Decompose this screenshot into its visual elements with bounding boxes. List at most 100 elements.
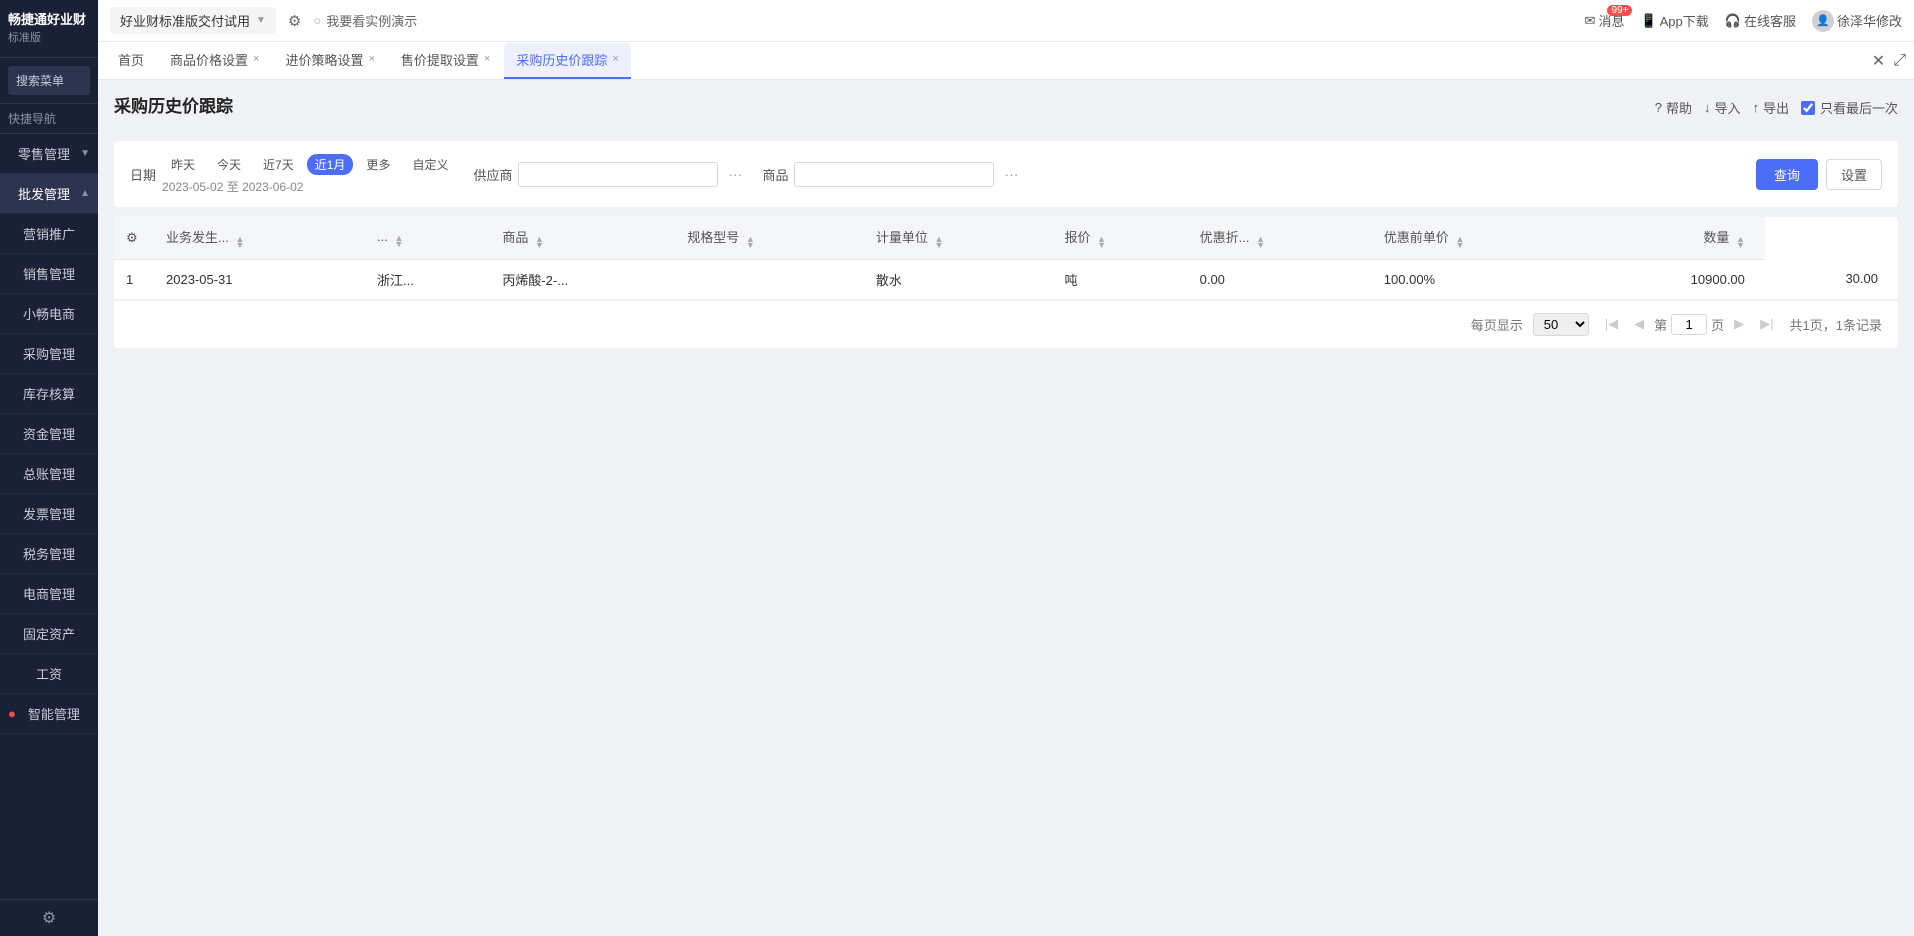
sort-icon: ▲▼ [1097,236,1106,249]
date-yesterday[interactable]: 昨天 [162,153,204,176]
topbar-settings-icon[interactable]: ⚙ [288,12,301,30]
date-picker-group: 昨天 今天 近7天 近1月 更多 自定义 2023-05-02 至 2023-0… [162,153,457,195]
cell-quote: 0.00 [1188,259,1372,299]
cell-discount: 100.00% [1372,259,1587,299]
user-button[interactable]: 👤 徐泽华修改 [1812,10,1902,32]
only-last-checkbox[interactable] [1801,101,1815,115]
goods-expand-icon[interactable]: ··· [1000,166,1022,182]
import-button[interactable]: ↓ 导入 [1704,98,1741,117]
sidebar-quicknav[interactable]: 快捷导航 [0,104,98,134]
tab-price-label: 商品价格设置 [170,50,248,69]
headphone-icon: 🎧 [1725,13,1741,29]
tab-sale-extract[interactable]: 售价提取设置 × [389,43,502,79]
th-col3[interactable]: ... ▲▼ [365,217,490,259]
cell-quantity: 30.00 [1765,259,1898,299]
query-button[interactable]: 查询 [1756,159,1818,190]
sidebar-item-ledger[interactable]: 总账管理 [0,454,98,494]
supplier-input[interactable] [518,162,718,187]
sidebar-search-area[interactable]: 搜索菜单 [0,58,98,104]
goods-label: 商品 [762,165,788,184]
last-page-button[interactable]: ▶| [1754,314,1779,334]
phone-icon: 📱 [1640,13,1656,29]
sidebar-item-salary[interactable]: 工资 [0,654,98,694]
sidebar-item-assets[interactable]: 固定资产 [0,614,98,654]
only-last-checkbox-group[interactable]: 只看最后一次 [1801,98,1898,117]
tab-cost-label: 进价策略设置 [285,50,363,69]
sort-icon: ▲▼ [935,236,944,249]
sidebar-item-inventory[interactable]: 库存核算 [0,374,98,414]
demo-button[interactable]: ○ 我要看实例演示 [313,11,417,30]
avatar: 👤 [1812,10,1834,32]
page-total: 共1页，1条记录 [1790,315,1882,334]
th-spec[interactable]: 规格型号 ▲▼ [675,217,864,259]
message-button[interactable]: ✉ 消息 99+ [1585,11,1625,30]
date-label: 日期 [130,165,156,184]
supplier-expand-icon[interactable]: ··· [724,166,746,182]
first-page-button[interactable]: |◀ [1599,314,1624,334]
main-area: 好业财标准版交付试用 ▼ ⚙ ○ 我要看实例演示 ✉ 消息 99+ 📱 App下… [98,0,1914,936]
sidebar: 畅捷通好业财 标准版 搜索菜单 快捷导航 零售管理 ▼ 批发管理 ▲ 营销推广 … [0,0,98,936]
export-button[interactable]: ↑ 导出 [1752,98,1789,117]
th-date[interactable]: 业务发生... ▲▼ [154,217,365,259]
page-label: 第 [1654,315,1667,334]
th-pre-price[interactable]: 优惠前单价 ▲▼ [1372,217,1587,259]
date-custom[interactable]: 自定义 [403,153,457,176]
close-tab-icon[interactable]: ✕ [1872,51,1885,71]
tab-cost-strategy[interactable]: 进价策略设置 × [273,43,386,79]
sidebar-item-invoice[interactable]: 发票管理 [0,494,98,534]
th-discount[interactable]: 优惠折... ▲▼ [1188,217,1372,259]
th-goods[interactable]: 商品 ▲▼ [490,217,675,259]
sidebar-item-marketing[interactable]: 营销推广 [0,214,98,254]
table-header-row: ⚙ 业务发生... ▲▼ ... ▲▼ 商品 ▲▼ [114,217,1898,259]
service-button[interactable]: 🎧 在线客服 [1725,11,1796,30]
sidebar-item-wholesale[interactable]: 批发管理 ▲ [0,174,98,214]
topbar-right: ✉ 消息 99+ 📱 App下载 🎧 在线客服 👤 徐泽华修改 [1585,10,1902,32]
th-quantity[interactable]: 数量 ▲▼ [1587,217,1765,259]
settings-icon[interactable]: ⚙ [42,908,56,928]
date-7days[interactable]: 近7天 [254,153,303,176]
sidebar-item-ai[interactable]: ● 智能管理 [0,694,98,734]
sidebar-item-retail[interactable]: 零售管理 ▼ [0,134,98,174]
date-range-display: 2023-05-02 至 2023-06-02 [162,178,457,195]
content-area: 采购历史价跟踪 ? 帮助 ↓ 导入 ↑ 导出 只看最后一次 [98,80,1914,936]
date-1month[interactable]: 近1月 [307,154,354,175]
expand-icon[interactable]: ⤢ [1893,52,1906,70]
sidebar-item-finance[interactable]: 资金管理 [0,414,98,454]
close-icon[interactable]: × [612,54,618,65]
th-unit[interactable]: 计量单位 ▲▼ [864,217,1053,259]
search-menu-button[interactable]: 搜索菜单 [8,66,90,95]
date-today[interactable]: 今天 [208,153,250,176]
settings-button[interactable]: 设置 [1826,159,1882,190]
sidebar-logo: 畅捷通好业财 标准版 [0,0,98,58]
close-icon[interactable]: × [484,54,490,65]
dot-icon: ● [8,706,16,721]
app-download-label: App下载 [1660,11,1709,30]
app-download-button[interactable]: 📱 App下载 [1640,11,1708,30]
goods-input[interactable] [794,162,994,187]
help-button[interactable]: ? 帮助 [1655,98,1692,117]
app-subtitle: 标准版 [8,29,90,45]
sidebar-item-tax[interactable]: 税务管理 [0,534,98,574]
th-quote[interactable]: 报价 ▲▼ [1053,217,1188,259]
prev-page-button[interactable]: ◀ [1628,314,1650,334]
cell-goods: 丙烯酸-2-... [490,259,675,299]
tab-purchase-history[interactable]: 采购历史价跟踪 × [504,43,630,79]
sidebar-bottom: ⚙ [0,899,98,936]
close-icon[interactable]: × [253,54,259,65]
sidebar-item-sales[interactable]: 销售管理 [0,254,98,294]
export-icon: ↑ [1752,100,1759,115]
tab-home[interactable]: 首页 [106,43,156,79]
sidebar-item-ecommerce[interactable]: 电商管理 [0,574,98,614]
sidebar-item-ecommerce-small[interactable]: 小畅电商 [0,294,98,334]
th-gear[interactable]: ⚙ [114,217,154,259]
next-page-button[interactable]: ▶ [1728,314,1750,334]
sidebar-item-purchase[interactable]: 采购管理 [0,334,98,374]
close-icon[interactable]: × [368,54,374,65]
tab-price-settings[interactable]: 商品价格设置 × [158,43,271,79]
date-more[interactable]: 更多 [357,153,399,176]
filter-row: 日期 昨天 今天 近7天 近1月 更多 自定义 2023-05-02 至 202… [130,153,1882,195]
page-size-select[interactable]: 20 50 100 200 [1533,313,1589,336]
page-input[interactable] [1671,314,1707,335]
tab-sale-label: 售价提取设置 [401,50,479,69]
version-selector[interactable]: 好业财标准版交付试用 ▼ [110,7,276,34]
